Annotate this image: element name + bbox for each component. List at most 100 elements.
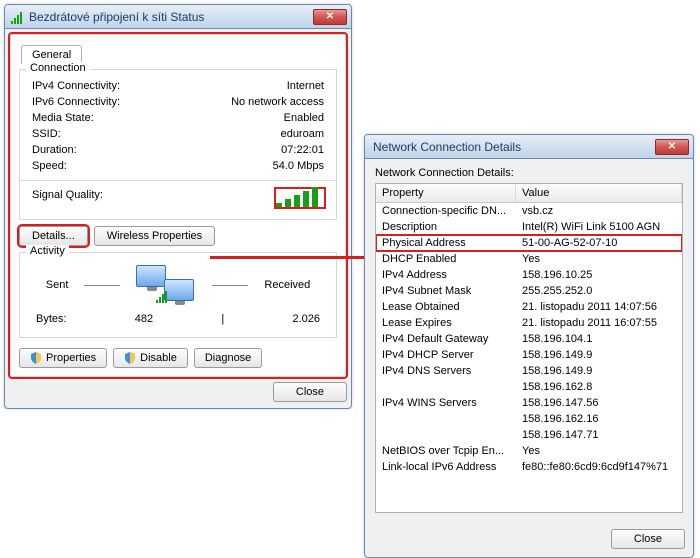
connection-group: Connection IPv4 Connectivity:Internet IP… [19, 69, 337, 220]
listview-row[interactable]: IPv4 Default Gateway158.196.104.1 [376, 331, 682, 347]
bytes-label: Bytes: [36, 313, 67, 325]
cell-value: Yes [516, 252, 682, 266]
close-button[interactable]: Close [611, 529, 685, 549]
row-duration: Duration: 07:22:01 [30, 142, 326, 158]
listview-row[interactable]: DHCP EnabledYes [376, 251, 682, 267]
value: 07:22:01 [281, 144, 324, 156]
titlebar[interactable]: Bezdrátové připojení k síti Status ✕ [5, 5, 351, 29]
cell-property: Lease Obtained [376, 300, 516, 314]
listview-row[interactable]: IPv4 WINS Servers158.196.147.56 [376, 395, 682, 411]
titlebar[interactable]: Network Connection Details ✕ [365, 135, 693, 159]
connection-legend: Connection [26, 62, 90, 74]
cell-value: 158.196.162.8 [516, 380, 682, 394]
cell-property [376, 412, 516, 426]
status-client-area: General Connection IPv4 Connectivity:Int… [10, 34, 346, 377]
value: Enabled [284, 112, 324, 124]
cell-value: 158.196.162.16 [516, 412, 682, 426]
column-property[interactable]: Property [376, 184, 516, 202]
cell-value: fe80::fe80:6cd9:6cd9f147%71 [516, 460, 682, 474]
listview-row[interactable]: Physical Address51-00-AG-52-07-10 [376, 235, 682, 251]
listview-row[interactable]: DescriptionIntel(R) WiFi Link 5100 AGN [376, 219, 682, 235]
bytes-received: 2.026 [292, 313, 320, 325]
cell-property: IPv4 WINS Servers [376, 396, 516, 410]
label: Media State: [32, 112, 94, 124]
cell-property: Link-local IPv6 Address [376, 460, 516, 474]
label: Properties [46, 352, 96, 364]
cell-property: DHCP Enabled [376, 252, 516, 266]
close-icon[interactable]: ✕ [655, 139, 689, 155]
network-details-window: Network Connection Details ✕ Network Con… [364, 134, 694, 558]
label: Signal Quality: [32, 189, 103, 207]
cell-property: IPv4 DHCP Server [376, 348, 516, 362]
listview-row[interactable]: Connection-specific DN...vsb.cz [376, 203, 682, 219]
details-client-area: Network Connection Details: Property Val… [365, 159, 693, 523]
wireless-properties-button[interactable]: Wireless Properties [94, 226, 215, 246]
separator [20, 180, 336, 181]
label: Duration: [32, 144, 77, 156]
cell-value: 158.196.149.9 [516, 348, 682, 362]
diagnose-button[interactable]: Diagnose [194, 348, 262, 368]
dash-icon [212, 285, 248, 286]
cell-property: NetBIOS over Tcpip En... [376, 444, 516, 458]
cell-value: 158.196.10.25 [516, 268, 682, 282]
label: Speed: [32, 160, 67, 172]
shield-icon [124, 352, 136, 364]
cell-value: 158.196.149.9 [516, 364, 682, 378]
row-media: Media State: Enabled [30, 110, 326, 126]
cell-value: 21. listopadu 2011 14:07:56 [516, 300, 682, 314]
value [276, 189, 324, 207]
listview-row[interactable]: Lease Obtained21. listopadu 2011 14:07:5… [376, 299, 682, 315]
window-title: Bezdrátové připojení k síti Status [25, 10, 313, 24]
bytes-sent: 482 [135, 313, 153, 325]
wifi-icon [11, 10, 25, 24]
listview-row[interactable]: 158.196.147.71 [376, 427, 682, 443]
listview-row[interactable]: Link-local IPv6 Addressfe80::fe80:6cd9:6… [376, 459, 682, 475]
listview-row[interactable]: NetBIOS over Tcpip En...Yes [376, 443, 682, 459]
cell-property: Description [376, 220, 516, 234]
close-icon[interactable]: ✕ [313, 9, 347, 25]
dash-icon [84, 285, 120, 286]
cell-property [376, 380, 516, 394]
column-value[interactable]: Value [516, 184, 682, 202]
computers-icon [136, 265, 196, 305]
cell-value: vsb.cz [516, 204, 682, 218]
listview-row[interactable]: IPv4 DNS Servers158.196.149.9 [376, 363, 682, 379]
wifi-status-window: Bezdrátové připojení k síti Status ✕ Gen… [4, 4, 352, 409]
activity-group: Activity Sent Received Bytes: 482 | 2.02… [19, 252, 337, 338]
mid-button-row: Details... Wireless Properties [19, 226, 337, 246]
cell-property: IPv4 DNS Servers [376, 364, 516, 378]
row-ipv4: IPv4 Connectivity:Internet [30, 78, 326, 94]
cell-property [376, 428, 516, 442]
listview-body: Connection-specific DN...vsb.czDescripti… [376, 203, 682, 475]
listview-row[interactable]: IPv4 Subnet Mask255.255.252.0 [376, 283, 682, 299]
properties-button[interactable]: Properties [19, 348, 107, 368]
row-speed: Speed: 54.0 Mbps [30, 158, 326, 174]
value: 54.0 Mbps [273, 160, 324, 172]
disable-button[interactable]: Disable [113, 348, 188, 368]
label: Disable [140, 352, 177, 364]
close-button[interactable]: Close [273, 382, 347, 402]
value: Internet [287, 80, 324, 92]
listview-row[interactable]: IPv4 DHCP Server158.196.149.9 [376, 347, 682, 363]
sent-label: Sent [46, 279, 69, 291]
listview-row[interactable]: 158.196.162.16 [376, 411, 682, 427]
details-button[interactable]: Details... [19, 226, 88, 246]
listview-row[interactable]: IPv4 Address158.196.10.25 [376, 267, 682, 283]
signal-bars-icon [276, 189, 324, 207]
received-label: Received [264, 279, 310, 291]
window-title: Network Connection Details [371, 140, 655, 154]
bytes-row: Bytes: 482 | 2.026 [30, 311, 326, 327]
listview-row[interactable]: 158.196.162.8 [376, 379, 682, 395]
label: SSID: [32, 128, 61, 140]
cell-value: 255.255.252.0 [516, 284, 682, 298]
cell-value: Yes [516, 444, 682, 458]
listview-header[interactable]: Property Value [376, 184, 682, 203]
cell-property: IPv4 Subnet Mask [376, 284, 516, 298]
cell-property: Connection-specific DN... [376, 204, 516, 218]
cell-property: IPv4 Address [376, 268, 516, 282]
listview-row[interactable]: Lease Expires21. listopadu 2011 16:07:55 [376, 315, 682, 331]
details-listview[interactable]: Property Value Connection-specific DN...… [375, 183, 683, 513]
row-ipv6: IPv6 Connectivity:No network access [30, 94, 326, 110]
row-ssid: SSID:eduroam [30, 126, 326, 142]
dialog-buttons: Close [9, 382, 347, 402]
